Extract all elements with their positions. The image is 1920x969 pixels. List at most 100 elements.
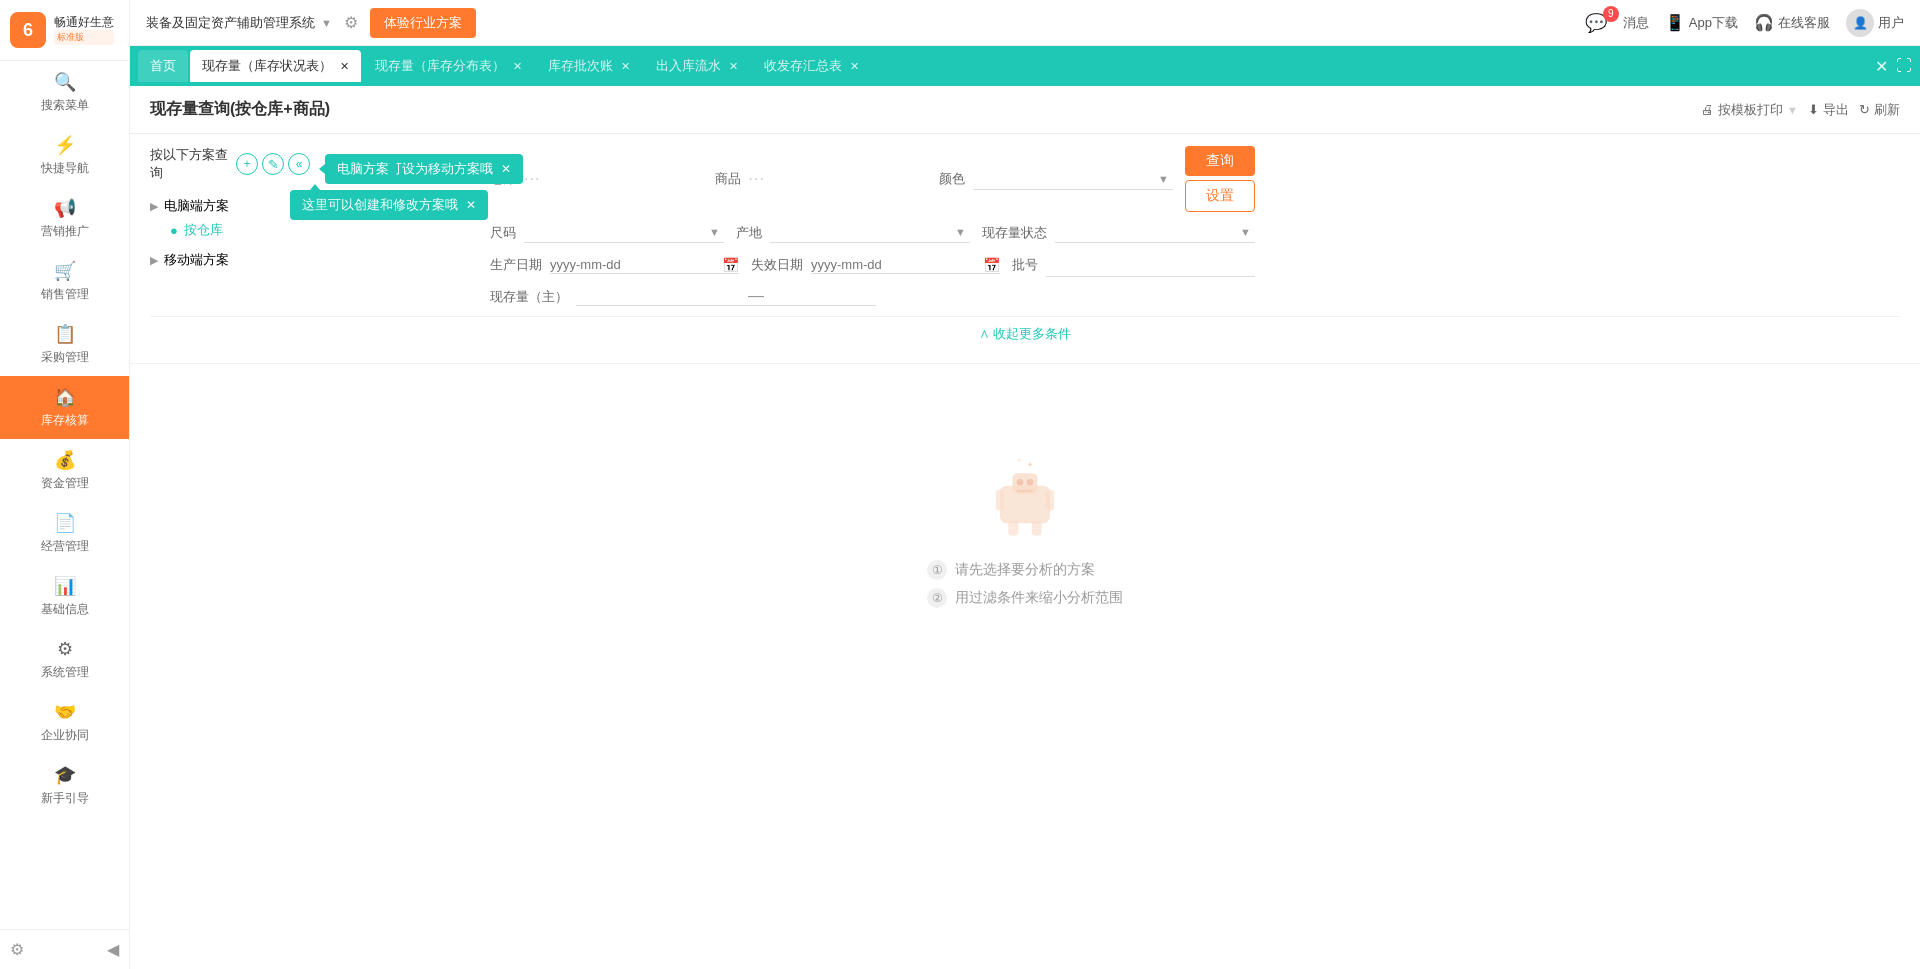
- message-item[interactable]: 💬 9 消息: [1585, 12, 1649, 34]
- scheme-tree: ▶ 电脑端方案 ● 按仓库 ▶ 移动端方案: [150, 194, 310, 272]
- logo-icon: 6: [10, 12, 46, 48]
- logo-name: 畅通好生意: [54, 15, 114, 31]
- inventory-main-label: 现存量（主）: [490, 288, 568, 306]
- user-item[interactable]: 👤 用户: [1846, 9, 1904, 37]
- size-select[interactable]: ▼: [524, 222, 724, 243]
- logo-badge: 标准版: [54, 30, 114, 45]
- expiry-date-input[interactable]: [811, 257, 979, 272]
- filter-field-product: 商品 ···: [715, 170, 928, 188]
- tab-receive-summary-label: 收发存汇总表: [764, 57, 842, 75]
- online-support-item[interactable]: 🎧 在线客服: [1754, 13, 1830, 32]
- tab-inventory-dist[interactable]: 现存量（库存分布表） ✕: [363, 50, 534, 82]
- add-scheme-btn[interactable]: +: [236, 153, 258, 175]
- prod-date-calendar-icon[interactable]: 📅: [722, 257, 739, 273]
- print-template-btn[interactable]: 🖨 按模板打印 ▼: [1701, 101, 1798, 119]
- scheme-tree-pc[interactable]: ▶ 电脑端方案: [150, 194, 310, 218]
- sidebar-item-enterprise[interactable]: 🤝 企业协同: [0, 691, 129, 754]
- tab-inout-flow[interactable]: 出入库流水 ✕: [644, 50, 750, 82]
- scheme-sub-warehouse[interactable]: ● 按仓库: [150, 218, 310, 242]
- topbar: 装备及固定资产辅助管理系统 ▼ ⚙ 体验行业方案 💬 9 消息 📱 App下载 …: [130, 0, 1920, 46]
- tip-num-2: ②: [927, 588, 947, 608]
- expiry-date-label: 失效日期: [751, 256, 803, 274]
- sidebar-item-label-newbie: 新手引导: [41, 790, 89, 807]
- color-select[interactable]: ▼: [973, 169, 1173, 190]
- size-label: 尺码: [490, 224, 516, 242]
- sidebar-item-marketing[interactable]: 📢 营销推广: [0, 187, 129, 250]
- batch-no-label: 批号: [1012, 256, 1038, 274]
- filter-main: 仓库 ··· 商品 ··· 颜色 ▼: [490, 146, 1255, 316]
- msg-badge: 9: [1603, 6, 1619, 22]
- topbar-gear-icon[interactable]: ⚙: [344, 13, 358, 32]
- sidebar-item-system[interactable]: ⚙ 系统管理: [0, 628, 129, 691]
- filter-row-2: 尺码 ▼ 产地 ▼: [490, 222, 1255, 243]
- collapse-bar[interactable]: ∧ 收起更多条件: [150, 316, 1900, 351]
- sidebar-item-label-inventory: 库存核算: [41, 412, 89, 429]
- plan-button[interactable]: 体验行业方案: [370, 8, 476, 38]
- tab-home[interactable]: 首页: [138, 50, 188, 82]
- tab-inventory-status-close[interactable]: ✕: [340, 60, 349, 73]
- export-btn[interactable]: ⬇ 导出: [1808, 101, 1849, 119]
- logo-area: 6 畅通好生意 标准版: [0, 0, 129, 61]
- expiry-date-calendar-icon[interactable]: 📅: [983, 257, 1000, 273]
- edit-scheme-btn[interactable]: ✎: [262, 153, 284, 175]
- tab-inventory-dist-label: 现存量（库存分布表）: [375, 57, 505, 75]
- sidebar-item-inventory[interactable]: 🏠 库存核算: [0, 376, 129, 439]
- system-name-text: 装备及固定资产辅助管理系统: [146, 14, 315, 32]
- filter-field-origin: 产地 ▼: [736, 222, 970, 243]
- sidebar-item-operations[interactable]: 📄 经营管理: [0, 502, 129, 565]
- refresh-btn[interactable]: ↻ 刷新: [1859, 101, 1900, 119]
- filter-header: 按以下方案查询 + ✎ «: [150, 146, 310, 182]
- svg-rect-7: [1008, 521, 1018, 536]
- tab-batch-account-close[interactable]: ✕: [621, 60, 630, 73]
- tab-batch-account[interactable]: 库存批次账 ✕: [536, 50, 642, 82]
- empty-tips: ① 请先选择要分析的方案 ② 用过滤条件来缩小分析范围: [927, 560, 1123, 608]
- collapse-footer-btn[interactable]: ◀: [107, 940, 119, 959]
- app-download-item[interactable]: 📱 App下载: [1665, 13, 1738, 32]
- system-name: 装备及固定资产辅助管理系统 ▼: [146, 14, 332, 32]
- svg-text:✦: ✦: [1017, 457, 1021, 463]
- sidebar-item-finance[interactable]: 💰 资金管理: [0, 439, 129, 502]
- scheme-tree-mobile[interactable]: ▶ 移动端方案: [150, 248, 310, 272]
- scheme-edit-tooltip-close[interactable]: ✕: [466, 198, 476, 212]
- sidebar-item-sales[interactable]: 🛒 销售管理: [0, 250, 129, 313]
- refresh-label: 刷新: [1874, 101, 1900, 119]
- page-title: 现存量查询(按仓库+商品): [150, 99, 330, 120]
- sidebar-item-search[interactable]: 🔍 搜索菜单: [0, 61, 129, 124]
- empty-tip-2: ② 用过滤条件来缩小分析范围: [927, 588, 1123, 608]
- sidebar-item-label-sales: 销售管理: [41, 286, 89, 303]
- batch-no-input[interactable]: [1046, 253, 1255, 277]
- filter-area-inner: 按以下方案查询 + ✎ « ▶: [150, 146, 1900, 316]
- reset-button[interactable]: 设置: [1185, 180, 1255, 212]
- finance-icon: 💰: [54, 449, 76, 471]
- inventory-main-min[interactable]: [576, 289, 744, 304]
- search-icon: 🔍: [54, 71, 76, 93]
- print-chevron-icon: ▼: [1787, 104, 1798, 116]
- tab-inout-flow-close[interactable]: ✕: [729, 60, 738, 73]
- tabs-bar: 首页 现存量（库存状况表） ✕ 现存量（库存分布表） ✕ 库存批次账 ✕ 出入库…: [130, 46, 1920, 86]
- mobile-arrow-icon: ▶: [150, 254, 158, 267]
- sidebar-item-newbie[interactable]: 🎓 新手引导: [0, 754, 129, 817]
- close-others-icon[interactable]: ✕: [1875, 57, 1888, 76]
- sidebar-item-basic[interactable]: 📊 基础信息: [0, 565, 129, 628]
- basic-icon: 📊: [54, 575, 76, 597]
- inventory-main-max[interactable]: [768, 289, 936, 304]
- fullscreen-icon[interactable]: ⛶: [1896, 57, 1912, 75]
- tab-inventory-dist-close[interactable]: ✕: [513, 60, 522, 73]
- search-button[interactable]: 查询: [1185, 146, 1255, 176]
- scheme-edit-tooltip: 这里可以创建和修改方案哦 ✕: [290, 190, 488, 220]
- tab-receive-summary[interactable]: 收发存汇总表 ✕: [752, 50, 871, 82]
- inventory-status-label: 现存量状态: [982, 224, 1047, 242]
- prod-date-input[interactable]: [550, 257, 718, 272]
- sidebar-item-purchase[interactable]: 📋 采购管理: [0, 313, 129, 376]
- tabs-bar-right: ✕ ⛶: [1875, 57, 1912, 76]
- sub-bullet: ●: [170, 223, 178, 238]
- scheme-tooltip-close[interactable]: ✕: [501, 162, 511, 176]
- prod-date-input-group: 📅: [550, 257, 739, 274]
- settings-footer-btn[interactable]: ⚙: [10, 940, 24, 959]
- inventory-status-select[interactable]: ▼: [1055, 222, 1255, 243]
- tab-receive-summary-close[interactable]: ✕: [850, 60, 859, 73]
- sidebar-item-quick[interactable]: ⚡ 快捷导航: [0, 124, 129, 187]
- back-scheme-btn[interactable]: «: [288, 153, 310, 175]
- tab-inventory-status[interactable]: 现存量（库存状况表） ✕: [190, 50, 361, 82]
- origin-select[interactable]: ▼: [770, 222, 970, 243]
